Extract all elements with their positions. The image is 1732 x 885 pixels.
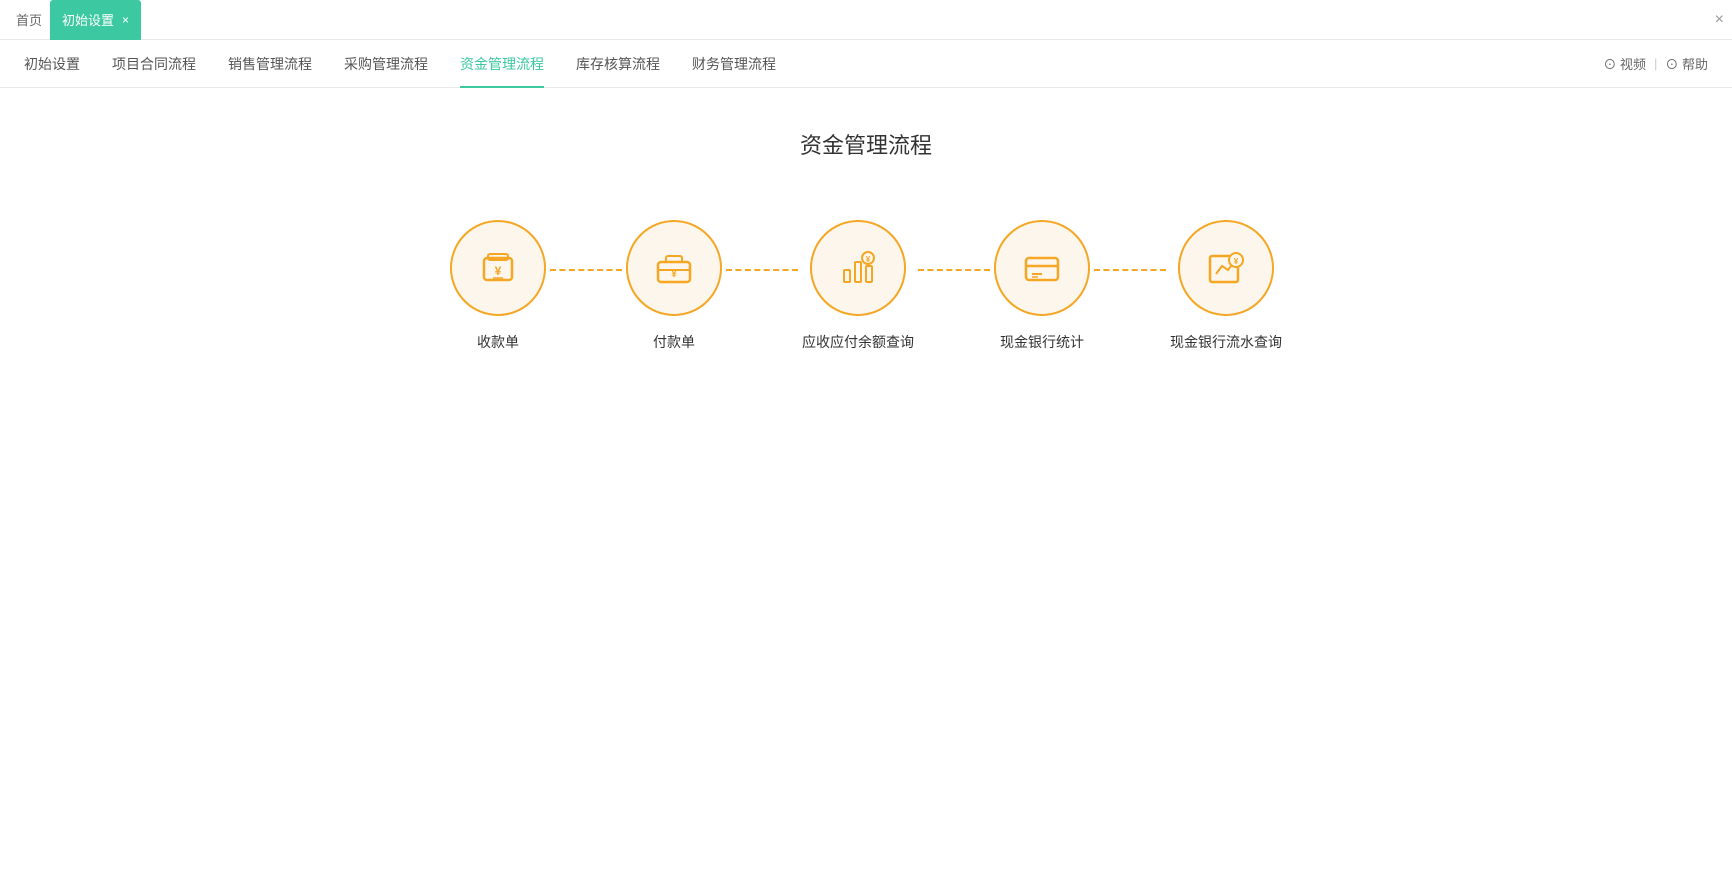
nav-item-purchase-management[interactable]: 采购管理流程: [344, 40, 428, 88]
nav-bar: 初始设置 项目合同流程 销售管理流程 采购管理流程 资金管理流程 库存核算流程 …: [0, 40, 1732, 88]
bank-flow-icon: ¥: [1202, 244, 1250, 292]
nav-item-sales-management[interactable]: 销售管理流程: [228, 40, 312, 88]
bank-stats-icon: [1018, 244, 1066, 292]
svg-text:¥: ¥: [866, 255, 871, 264]
payment-circle[interactable]: ¥: [626, 220, 722, 316]
main-content: 资金管理流程 ¥ 收款单: [0, 88, 1732, 392]
receipt-label: 收款单: [477, 332, 519, 352]
connector-dots-4: [1094, 269, 1166, 271]
home-link[interactable]: 首页: [16, 10, 42, 29]
nav-item-fund-management[interactable]: 资金管理流程: [460, 40, 544, 88]
svg-text:¥: ¥: [495, 264, 502, 278]
nav-item-project-contract[interactable]: 项目合同流程: [112, 40, 196, 88]
connector-dots-1: [550, 269, 622, 271]
window-close-button[interactable]: ×: [1715, 11, 1724, 29]
receipt-circle[interactable]: ¥: [450, 220, 546, 316]
top-bar: 首页 初始设置 × ×: [0, 0, 1732, 40]
flow-item-cash-bank-flow[interactable]: ¥ 现金银行流水查询: [1170, 220, 1282, 352]
tab-close-icon[interactable]: ×: [122, 13, 129, 27]
flow-connector-2: [722, 269, 802, 271]
balance-icon: ¥: [834, 244, 882, 292]
page-title: 资金管理流程: [800, 128, 932, 160]
ar-ap-balance-circle[interactable]: ¥: [810, 220, 906, 316]
active-tab[interactable]: 初始设置 ×: [50, 0, 141, 40]
nav-item-financial-management[interactable]: 财务管理流程: [692, 40, 776, 88]
nav-item-inventory-calculation[interactable]: 库存核算流程: [576, 40, 660, 88]
cash-bank-stats-circle[interactable]: [994, 220, 1090, 316]
help-link[interactable]: ⊙ 帮助: [1665, 54, 1708, 73]
payment-icon: ¥: [650, 244, 698, 292]
receipt-icon: ¥: [474, 244, 522, 292]
flow-item-ar-ap-balance[interactable]: ¥ 应收应付余额查询: [802, 220, 914, 352]
nav-right: ⊙ 视频 | ⊙ 帮助: [1603, 54, 1708, 73]
flow-item-cash-bank-stats[interactable]: 现金银行统计: [994, 220, 1090, 352]
video-link[interactable]: ⊙ 视频: [1603, 54, 1646, 73]
ar-ap-balance-label: 应收应付余额查询: [802, 332, 914, 352]
flow-connector-1: [546, 269, 626, 271]
active-tab-label: 初始设置: [62, 10, 114, 29]
flow-row: ¥ 收款单 ¥ 付款单: [450, 220, 1282, 352]
cash-bank-stats-label: 现金银行统计: [1000, 332, 1084, 352]
flow-connector-4: [1090, 269, 1170, 271]
flow-connector-3: [914, 269, 994, 271]
cash-bank-flow-label: 现金银行流水查询: [1170, 332, 1282, 352]
svg-text:¥: ¥: [1234, 257, 1239, 266]
nav-item-initial-setup[interactable]: 初始设置: [24, 40, 80, 88]
connector-dots-3: [918, 269, 990, 271]
nav-divider: |: [1654, 56, 1657, 71]
payment-label: 付款单: [653, 332, 695, 352]
svg-text:¥: ¥: [671, 269, 677, 280]
cash-bank-flow-circle[interactable]: ¥: [1178, 220, 1274, 316]
connector-dots-2: [726, 269, 798, 271]
flow-item-payment[interactable]: ¥ 付款单: [626, 220, 722, 352]
flow-item-receipt[interactable]: ¥ 收款单: [450, 220, 546, 352]
